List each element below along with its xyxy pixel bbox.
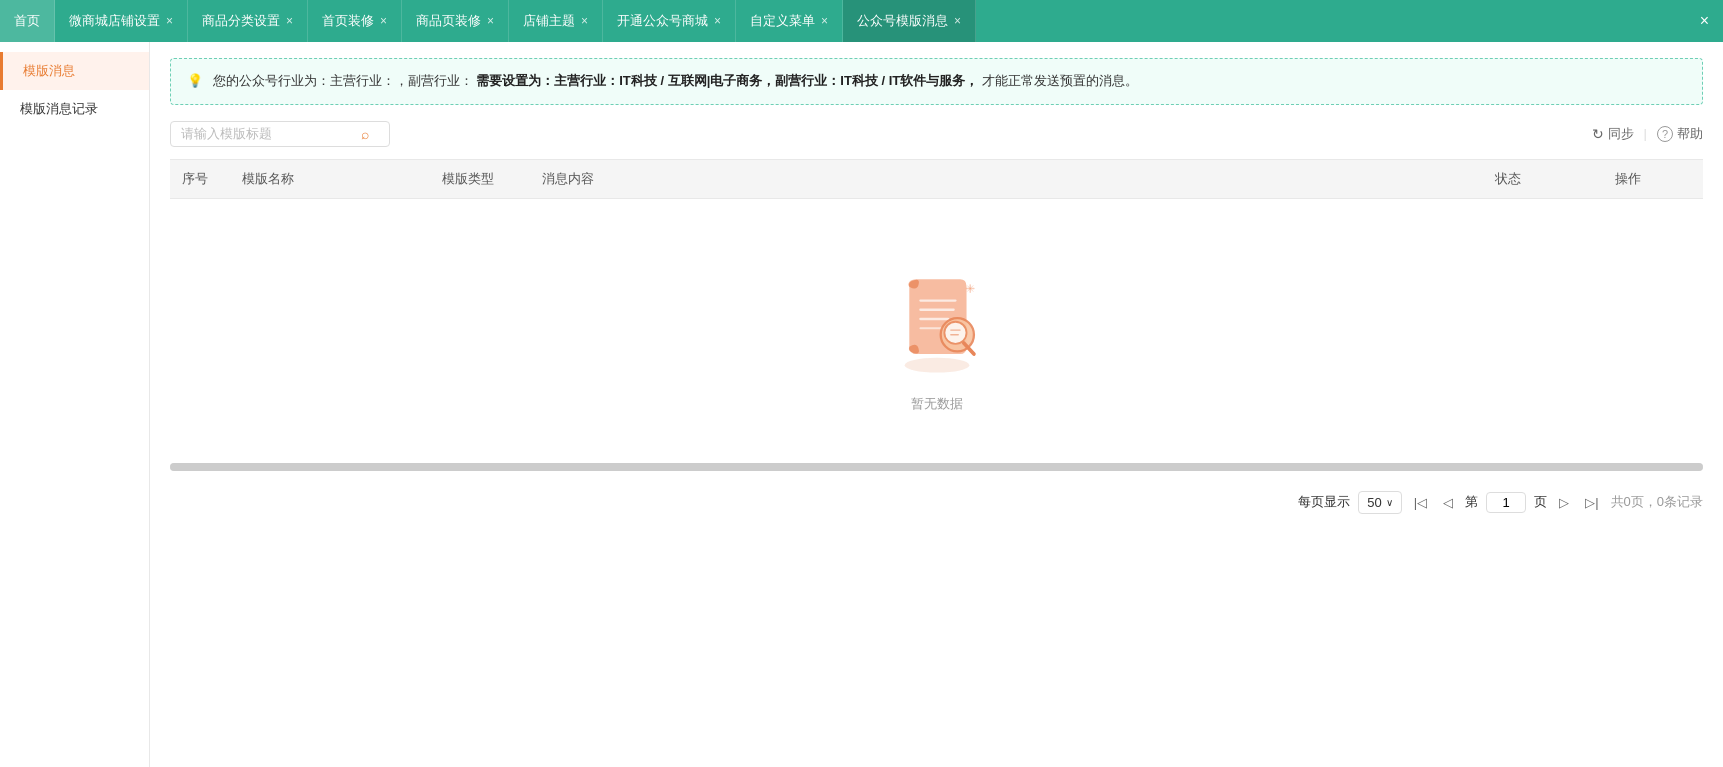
close-tab-shop-setting[interactable]: × (166, 14, 173, 28)
last-page-button[interactable]: ▷| (1581, 493, 1602, 512)
close-tab-shop-theme[interactable]: × (581, 14, 588, 28)
tab-home-decor[interactable]: 首页装修 × (308, 0, 402, 42)
close-all-tabs-button[interactable]: × (1686, 12, 1723, 30)
page-size-label: 每页显示 (1298, 493, 1350, 511)
sidebar-item-template-msg[interactable]: 模版消息 (0, 52, 149, 90)
tab-home[interactable]: 首页 (0, 0, 55, 42)
tab-product-decor[interactable]: 商品页装修 × (402, 0, 509, 42)
help-button[interactable]: ? 帮助 (1657, 125, 1703, 143)
close-tab-open-mall[interactable]: × (714, 14, 721, 28)
prev-page-button[interactable]: ◁ (1439, 493, 1457, 512)
empty-state: 暂无数据 (170, 199, 1703, 453)
main-layout: 模版消息 模版消息记录 💡 您的公众号行业为：主营行业：，副营行业： 需要设置为… (0, 42, 1723, 767)
next-page-button[interactable]: ▷ (1555, 493, 1573, 512)
close-tab-home-decor[interactable]: × (380, 14, 387, 28)
help-label: 帮助 (1677, 125, 1703, 143)
page-label: 页 (1534, 493, 1547, 511)
tab-shop-theme-label: 店铺主题 (523, 12, 575, 30)
notice-icon: 💡 (187, 73, 203, 88)
notice-text-prefix: 您的公众号行业为：主营行业：，副营行业： (213, 73, 473, 88)
tab-shop-setting-label: 微商城店铺设置 (69, 12, 160, 30)
help-icon: ? (1657, 126, 1673, 142)
tab-template-msg-label: 公众号模版消息 (857, 12, 948, 30)
tab-custom-menu-label: 自定义菜单 (750, 12, 815, 30)
tab-category-setting[interactable]: 商品分类设置 × (188, 0, 308, 42)
sidebar-item-template-msg-record-label: 模版消息记录 (20, 101, 98, 116)
notice-box: 💡 您的公众号行业为：主营行业：，副营行业： 需要设置为：主营行业：IT科技 /… (170, 58, 1703, 105)
chevron-down-icon: ∨ (1386, 497, 1393, 508)
sync-icon: ↻ (1592, 126, 1604, 142)
close-tab-custom-menu[interactable]: × (821, 14, 828, 28)
notice-highlight: 需要设置为：主营行业：IT科技 / 互联网|电子商务，副营行业：IT科技 / I… (476, 73, 978, 88)
tab-category-setting-label: 商品分类设置 (202, 12, 280, 30)
tab-home-decor-label: 首页装修 (322, 12, 374, 30)
tab-open-mall-label: 开通公众号商城 (617, 12, 708, 30)
search-icon[interactable]: ⌕ (361, 126, 369, 142)
page-size-select[interactable]: 50 ∨ (1358, 491, 1401, 514)
current-page-input[interactable] (1486, 492, 1526, 513)
sync-label: 同步 (1608, 125, 1634, 143)
empty-illustration (877, 259, 997, 379)
col-seq: 序号 (170, 159, 230, 198)
tab-open-mall[interactable]: 开通公众号商城 × (603, 0, 736, 42)
tab-shop-setting[interactable]: 微商城店铺设置 × (55, 0, 188, 42)
col-action: 操作 (1603, 159, 1703, 198)
empty-text: 暂无数据 (911, 395, 963, 413)
close-tab-category-setting[interactable]: × (286, 14, 293, 28)
horizontal-scrollbar[interactable] (170, 463, 1703, 471)
tab-template-msg[interactable]: 公众号模版消息 × (843, 0, 976, 42)
tab-product-decor-label: 商品页装修 (416, 12, 481, 30)
col-type: 模版类型 (430, 159, 530, 198)
tab-custom-menu[interactable]: 自定义菜单 × (736, 0, 843, 42)
search-bar: ⌕ ↻ 同步 | ? 帮助 (170, 121, 1703, 147)
top-nav: 首页 微商城店铺设置 × 商品分类设置 × 首页装修 × 商品页装修 × 店铺主… (0, 0, 1723, 42)
close-tab-product-decor[interactable]: × (487, 14, 494, 28)
content-area: 💡 您的公众号行业为：主营行业：，副营行业： 需要设置为：主营行业：IT科技 /… (150, 42, 1723, 767)
close-tab-template-msg[interactable]: × (954, 14, 961, 28)
tab-shop-theme[interactable]: 店铺主题 × (509, 0, 603, 42)
svg-point-0 (904, 358, 969, 373)
svg-point-6 (944, 322, 966, 344)
notice-text-suffix: 才能正常发送预置的消息。 (982, 73, 1138, 88)
pagination: 每页显示 50 ∨ |◁ ◁ 第 页 ▷ ▷| 共0页，0条记录 (170, 481, 1703, 524)
page-prefix: 第 (1465, 493, 1478, 511)
data-table: 序号 模版名称 模版类型 消息内容 状态 操作 (170, 159, 1703, 199)
search-input[interactable] (181, 126, 361, 141)
col-content: 消息内容 (530, 159, 1483, 198)
search-input-wrap[interactable]: ⌕ (170, 121, 390, 147)
first-page-button[interactable]: |◁ (1410, 493, 1431, 512)
page-size-value: 50 (1367, 495, 1381, 510)
col-name: 模版名称 (230, 159, 430, 198)
col-status: 状态 (1483, 159, 1603, 198)
toolbar-right: ↻ 同步 | ? 帮助 (1592, 125, 1703, 143)
scrollbar-thumb[interactable] (170, 463, 1703, 471)
toolbar-divider: | (1644, 126, 1647, 141)
sidebar-item-template-msg-label: 模版消息 (23, 63, 75, 78)
total-info: 共0页，0条记录 (1611, 493, 1703, 511)
sidebar: 模版消息 模版消息记录 (0, 42, 150, 767)
sync-button[interactable]: ↻ 同步 (1592, 125, 1634, 143)
sidebar-item-template-msg-record[interactable]: 模版消息记录 (0, 90, 149, 128)
tab-home-label: 首页 (14, 12, 40, 30)
